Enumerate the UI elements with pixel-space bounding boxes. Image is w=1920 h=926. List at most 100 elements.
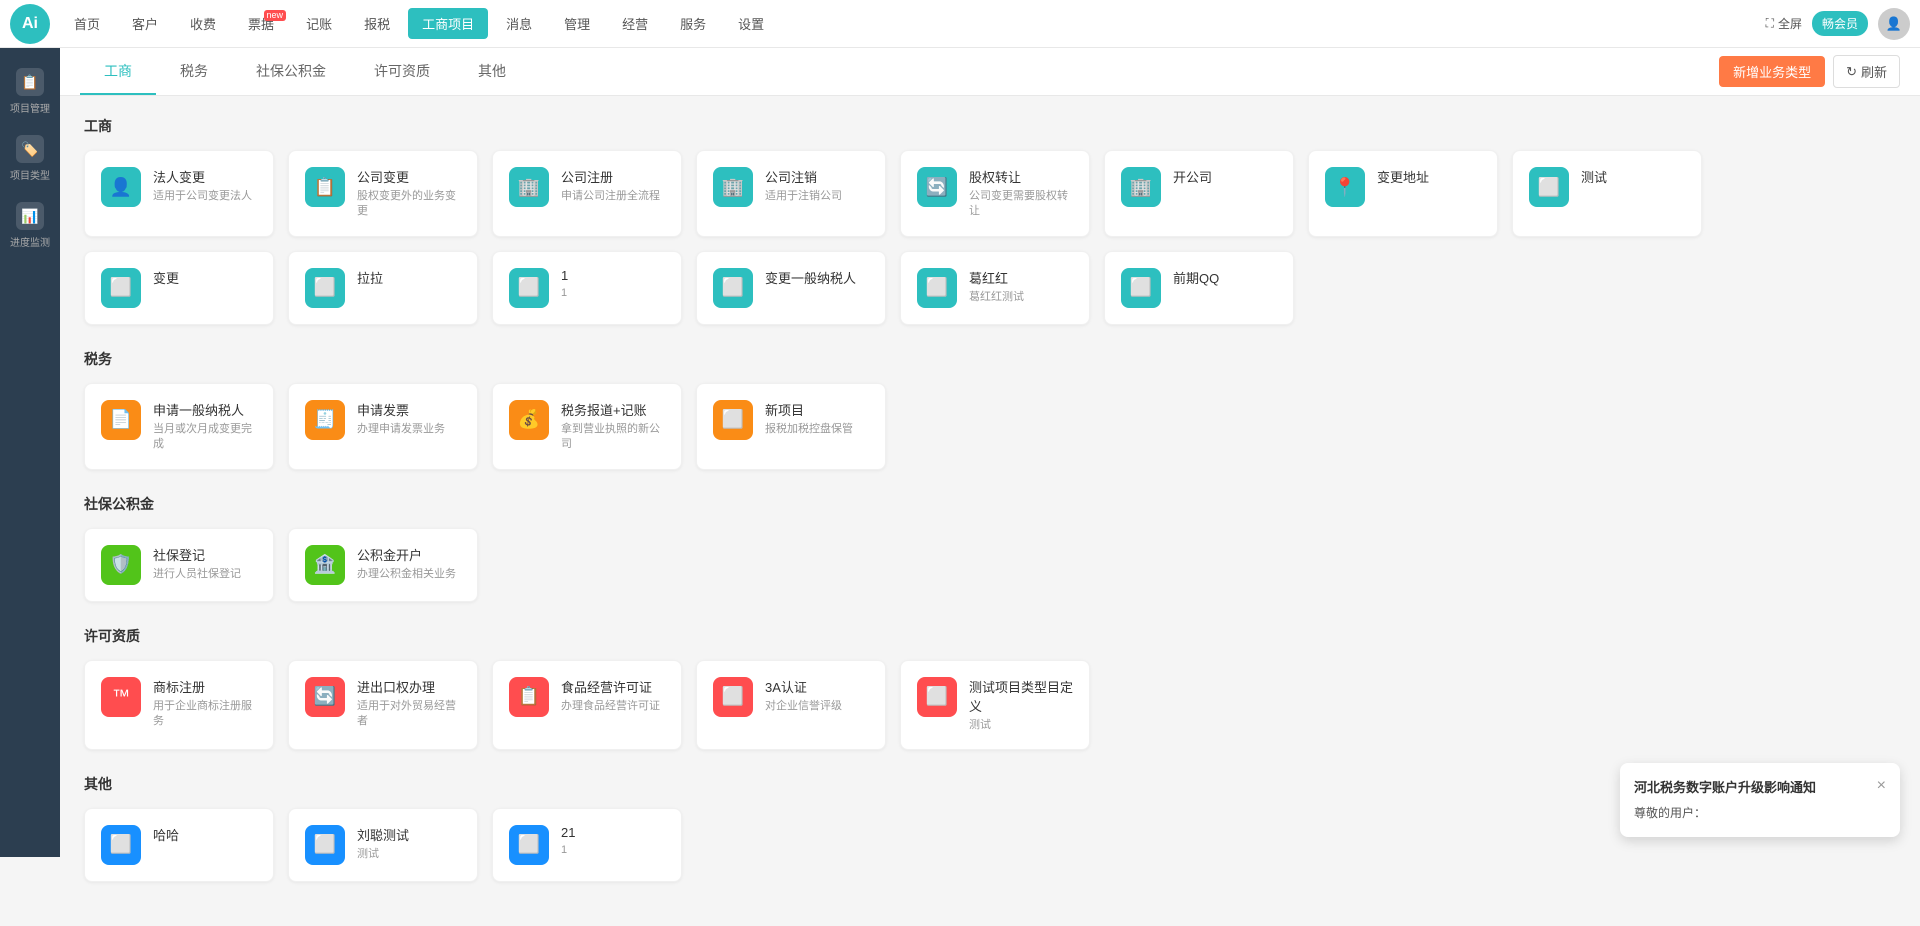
- card-gongjijinkaihu[interactable]: 🏦 公积金开户 办理公积金相关业务: [288, 528, 478, 602]
- card-desc: 1: [561, 843, 665, 858]
- nav-menu: 首页 客户 收费 票据 new 记账 报税 工商项目 消息 管理 经营 服务 设…: [60, 8, 1766, 39]
- card-biangengna税[interactable]: ⬜ 变更一般纳税人: [696, 251, 886, 325]
- tab-qita[interactable]: 其他: [454, 49, 530, 95]
- sidebar: 📋 项目管理 🏷️ 项目类型 📊 进度监测: [0, 48, 60, 857]
- card-icon: 📍: [1325, 167, 1365, 207]
- sidebar-item-project-type[interactable]: 🏷️ 项目类型: [0, 125, 60, 192]
- card-icon: ⬜: [101, 825, 141, 865]
- card-icon: 🏢: [1121, 167, 1161, 207]
- nav-item-settings[interactable]: 设置: [724, 8, 778, 39]
- card-biangeng[interactable]: ⬜ 变更: [84, 251, 274, 325]
- nav-item-service[interactable]: 服务: [666, 8, 720, 39]
- nav-item-business[interactable]: 工商项目: [408, 8, 488, 39]
- sidebar-item-progress[interactable]: 📊 进度监测: [0, 192, 60, 259]
- card-icon: 🛡️: [101, 545, 141, 585]
- fullscreen-button[interactable]: ⛶ 全屏: [1766, 15, 1802, 32]
- card-shangbiaozhu[interactable]: ™ 商标注册 用于企业商标注册服务: [84, 660, 274, 750]
- card-desc: 拿到营业执照的新公司: [561, 422, 665, 453]
- tab-shuiwu[interactable]: 税务: [156, 49, 232, 95]
- card-title: 新项目: [765, 400, 869, 419]
- tab-shebao[interactable]: 社保公积金: [232, 49, 350, 95]
- card-biangengdizhi[interactable]: 📍 变更地址: [1308, 150, 1498, 237]
- card-title: 1: [561, 268, 665, 283]
- card-faziren[interactable]: 👤 法人变更 适用于公司变更法人: [84, 150, 274, 237]
- card-one[interactable]: ⬜ 1 1: [492, 251, 682, 325]
- tabs: 工商 税务 社保公积金 许可资质 其他: [80, 49, 530, 94]
- card-icon: 📋: [305, 167, 345, 207]
- card-icon: 💰: [509, 400, 549, 440]
- nav-item-home[interactable]: 首页: [60, 8, 114, 39]
- avatar[interactable]: 👤: [1878, 8, 1910, 40]
- card-shuibaodao[interactable]: 💰 税务报道+记账 拿到营业执照的新公司: [492, 383, 682, 470]
- card-ceshi-xuke[interactable]: ⬜ 测试项目类型目定义 测试: [900, 660, 1090, 750]
- nav-item-accounting[interactable]: 记账: [292, 8, 346, 39]
- card-3a[interactable]: ⬜ 3A认证 对企业信誉评级: [696, 660, 886, 750]
- card-21[interactable]: ⬜ 21 1: [492, 808, 682, 882]
- card-title: 3A认证: [765, 677, 869, 696]
- card-title: 税务报道+记账: [561, 400, 665, 419]
- card-icon: ⬜: [305, 825, 345, 865]
- vip-button[interactable]: 畅会员: [1812, 11, 1868, 36]
- card-desc: 用于企业商标注册服务: [153, 699, 257, 730]
- section-xuke: 许可资质 ™ 商标注册 用于企业商标注册服务 🔄 进出口权办理 适用于对外贸易经…: [84, 626, 1896, 750]
- project-manage-icon: 📋: [16, 68, 44, 96]
- sidebar-item-project-manage[interactable]: 📋 项目管理: [0, 58, 60, 125]
- card-qianqiQQ[interactable]: ⬜ 前期QQ: [1104, 251, 1294, 325]
- card-gongsizhuce[interactable]: 🏢 公司注册 申请公司注册全流程: [492, 150, 682, 237]
- nav-item-manage[interactable]: 管理: [550, 8, 604, 39]
- card-gongsizuxiao[interactable]: 🏢 公司注销 适用于注销公司: [696, 150, 886, 237]
- card-liucong[interactable]: ⬜ 刘聪测试 测试: [288, 808, 478, 882]
- notification-popup: 河北税务数字账户升级影响通知 × 尊敬的用户：: [1620, 763, 1900, 837]
- cards-grid-xuke: ™ 商标注册 用于企业商标注册服务 🔄 进出口权办理 适用于对外贸易经营者 📋: [84, 660, 1896, 750]
- nav-item-message[interactable]: 消息: [492, 8, 546, 39]
- notification-close-button[interactable]: ×: [1877, 777, 1886, 795]
- card-title: 前期QQ: [1173, 268, 1277, 287]
- card-ceshi[interactable]: ⬜ 测试: [1512, 150, 1702, 237]
- card-title: 变更地址: [1377, 167, 1481, 186]
- card-title: 葛红红: [969, 268, 1073, 287]
- sidebar-item-label: 进度监测: [10, 234, 50, 249]
- card-title: 社保登记: [153, 545, 257, 564]
- card-haha[interactable]: ⬜ 哈哈: [84, 808, 274, 882]
- card-icon: 👤: [101, 167, 141, 207]
- add-type-button[interactable]: 新增业务类型: [1719, 56, 1825, 87]
- card-xinxiangmu[interactable]: ⬜ 新项目 报税加税控盘保管: [696, 383, 886, 470]
- card-shebaodengji[interactable]: 🛡️ 社保登记 进行人员社保登记: [84, 528, 274, 602]
- section-title-xuke: 许可资质: [84, 626, 1896, 646]
- card-lala[interactable]: ⬜ 拉拉: [288, 251, 478, 325]
- card-gongsibiange[interactable]: 📋 公司变更 股权变更外的业务变更: [288, 150, 478, 237]
- card-title: 变更一般纳税人: [765, 268, 869, 287]
- cards-grid-shuiwu: 📄 申请一般纳税人 当月或次月成变更完成 🧾 申请发票 办理申请发票业务 💰: [84, 383, 1896, 470]
- card-guquanzhuanrang[interactable]: 🔄 股权转让 公司变更需要股权转让: [900, 150, 1090, 237]
- card-shipin[interactable]: 📋 食品经营许可证 办理食品经营许可证: [492, 660, 682, 750]
- card-title: 哈哈: [153, 825, 257, 844]
- card-kaigongsi[interactable]: 🏢 开公司: [1104, 150, 1294, 237]
- card-icon: 🔄: [917, 167, 957, 207]
- nav-item-tax[interactable]: 报税: [350, 8, 404, 39]
- card-desc: 公司变更需要股权转让: [969, 189, 1073, 220]
- nav-item-customer[interactable]: 客户: [118, 8, 172, 39]
- card-title: 申请一般纳税人: [153, 400, 257, 419]
- card-jinchukou[interactable]: 🔄 进出口权办理 适用于对外贸易经营者: [288, 660, 478, 750]
- card-desc: 葛红红测试: [969, 290, 1073, 305]
- card-gehonghong[interactable]: ⬜ 葛红红 葛红红测试: [900, 251, 1090, 325]
- section-gongshang: 工商 👤 法人变更 适用于公司变更法人 📋 公司变更 股权变更外的业务变更: [84, 116, 1896, 325]
- tab-xuke[interactable]: 许可资质: [350, 49, 454, 95]
- nav-item-invoice[interactable]: 票据 new: [234, 8, 288, 39]
- card-title: 法人变更: [153, 167, 257, 186]
- card-icon: 📄: [101, 400, 141, 440]
- nav-item-fee[interactable]: 收费: [176, 8, 230, 39]
- card-icon: ⬜: [1529, 167, 1569, 207]
- nav-item-operation[interactable]: 经营: [608, 8, 662, 39]
- card-desc: 股权变更外的业务变更: [357, 189, 461, 220]
- card-shenqingna税[interactable]: 📄 申请一般纳税人 当月或次月成变更完成: [84, 383, 274, 470]
- tab-gongshang[interactable]: 工商: [80, 49, 156, 95]
- project-type-icon: 🏷️: [16, 135, 44, 163]
- card-desc: 申请公司注册全流程: [561, 189, 665, 204]
- card-icon: ⬜: [713, 400, 753, 440]
- card-desc: 适用于对外贸易经营者: [357, 699, 461, 730]
- card-icon: 🏢: [509, 167, 549, 207]
- refresh-button[interactable]: ↻ 刷新: [1833, 55, 1900, 88]
- card-shenqingfapiao[interactable]: 🧾 申请发票 办理申请发票业务: [288, 383, 478, 470]
- card-title: 公积金开户: [357, 545, 461, 564]
